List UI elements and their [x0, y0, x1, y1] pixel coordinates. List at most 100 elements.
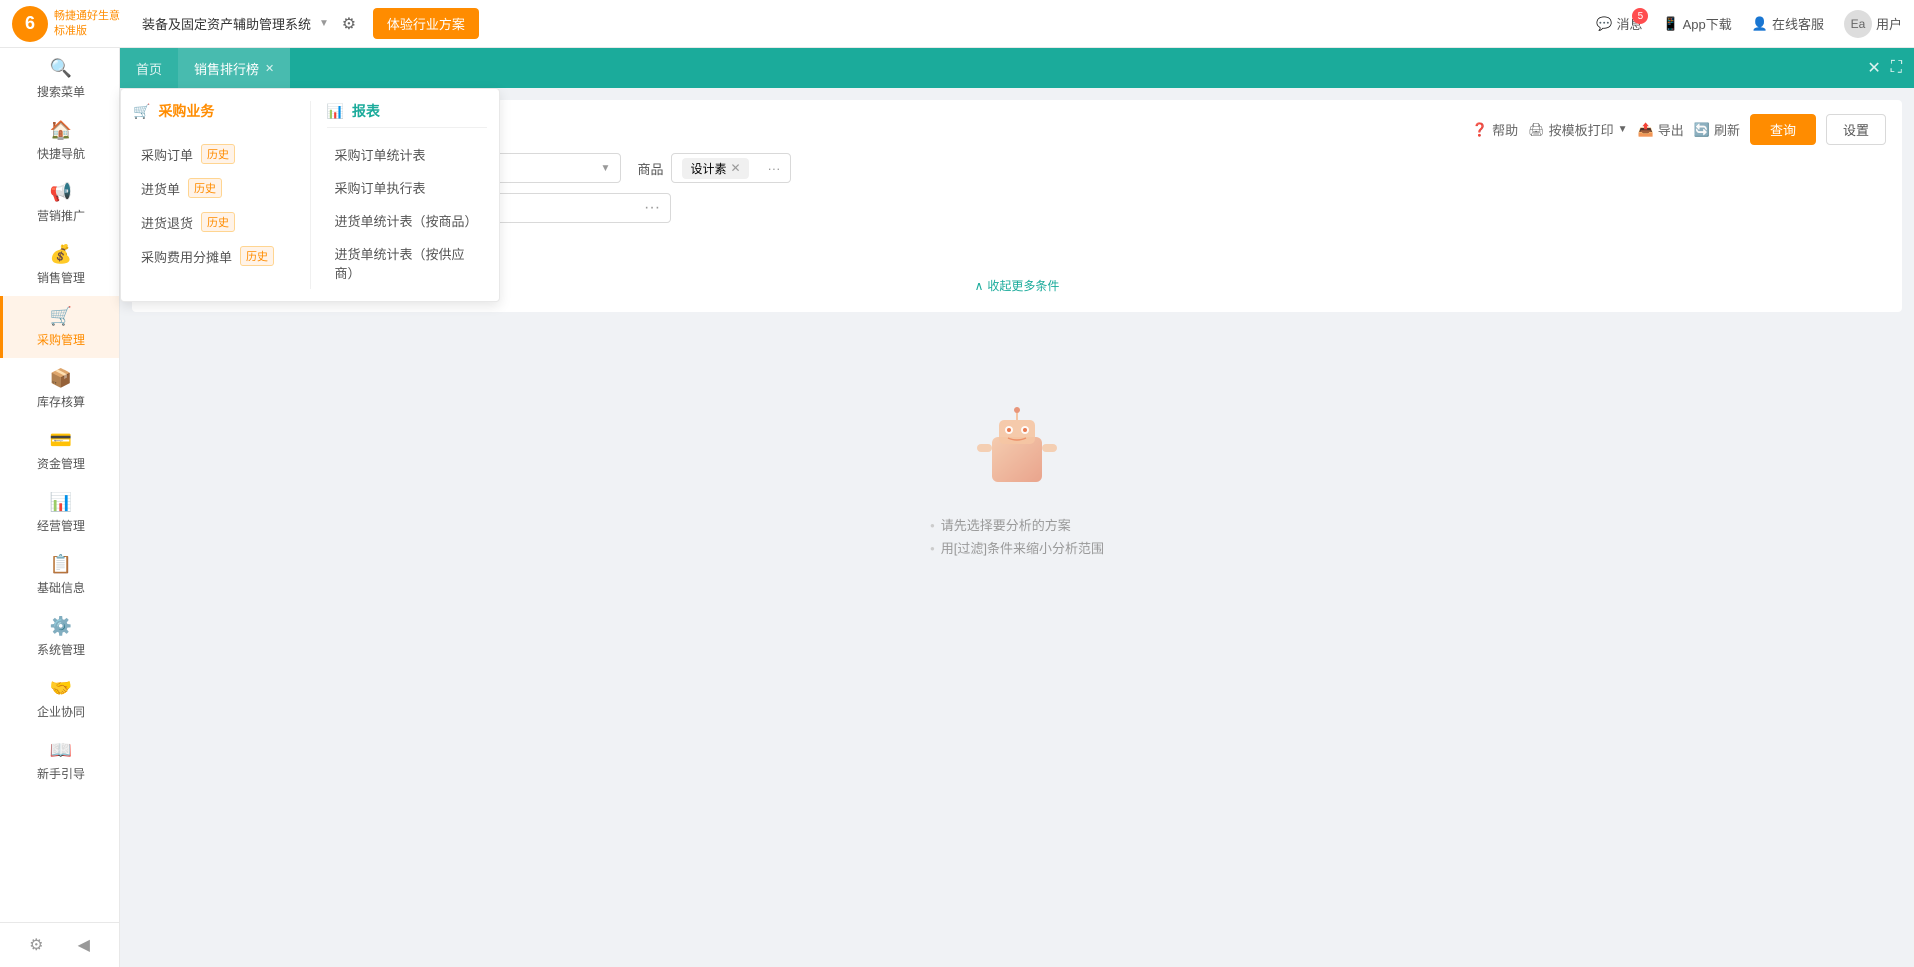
- purchase-menu-icon: 🛒: [133, 103, 150, 120]
- product-filter: 商品 设计素 ✕ ···: [637, 153, 791, 183]
- goods-stats-by-product-item[interactable]: 进货单统计表（按商品）: [327, 204, 488, 237]
- logo-icon: 6: [12, 6, 48, 42]
- empty-state: 请先选择要分析的方案 用[过滤]条件来缩小分析范围: [132, 322, 1902, 641]
- salesperson-dots[interactable]: ···: [644, 199, 660, 217]
- empty-hint-1: 请先选择要分析的方案: [941, 514, 1071, 537]
- purchase-order-item[interactable]: 采购订单 历史: [133, 137, 294, 171]
- purchase-order-stats-label: 采购订单统计表: [335, 145, 426, 164]
- purchase-order-stats-item[interactable]: 采购订单统计表: [327, 138, 488, 171]
- document-status-chevron: ▼: [601, 163, 611, 174]
- purchase-order-label: 采购订单: [141, 145, 193, 164]
- refresh-link[interactable]: 🔄 刷新: [1694, 120, 1740, 139]
- salesperson-select[interactable]: ···: [471, 193, 671, 223]
- purchase-order-history-tag: 历史: [201, 144, 235, 164]
- sidebar-item-nav[interactable]: 🏠 快捷导航: [0, 110, 119, 172]
- sidebar-item-search-label: 搜索菜单: [37, 83, 85, 100]
- collab-icon: 🤝: [50, 678, 72, 699]
- search-icon: 🔍: [50, 58, 72, 79]
- goods-receipt-label: 进货单: [141, 179, 180, 198]
- help-link[interactable]: ❓ 帮助: [1472, 120, 1518, 139]
- sidebar: 🔍 搜索菜单 🏠 快捷导航 📢 营销推广 💰 销售管理 🛒 采购管理 📦 库存核…: [0, 48, 120, 967]
- purchase-expense-label: 采购费用分摊单: [141, 247, 232, 266]
- print-link[interactable]: 🖨 按模板打印 ▼: [1528, 120, 1627, 139]
- top-bar: 6 畅捷通好生意 标准版 装备及固定资产辅助管理系统 ▼ ⚙ 体验行业方案 💬 …: [0, 0, 1914, 48]
- gear-button[interactable]: ⚙: [335, 10, 363, 38]
- tab-bar: 首页 销售排行榜 ✕ ✕ ⛶: [120, 48, 1914, 88]
- user-btn[interactable]: Ea 用户: [1844, 10, 1902, 38]
- sidebar-item-inventory[interactable]: 📦 库存核算: [0, 358, 119, 420]
- finance-icon: 💳: [50, 430, 72, 451]
- user-label: 用户: [1876, 14, 1902, 33]
- sidebar-collapse-btn[interactable]: ◀: [78, 935, 90, 955]
- export-link[interactable]: 📤 导出: [1638, 120, 1684, 139]
- sidebar-item-inventory-label: 库存核算: [37, 393, 85, 410]
- message-btn[interactable]: 💬 消息 5: [1596, 14, 1642, 33]
- sidebar-item-marketing-label: 营销推广: [37, 207, 85, 224]
- phone-icon: 📱: [1662, 16, 1678, 32]
- purchase-expense-item[interactable]: 采购费用分摊单 历史: [133, 239, 294, 273]
- tab-close-icon[interactable]: ✕: [265, 62, 274, 75]
- sidebar-item-system[interactable]: ⚙️ 系统管理: [0, 606, 119, 668]
- tab-bar-expand-icon[interactable]: ⛶: [1891, 59, 1902, 77]
- reports-menu-icon: 📊: [327, 103, 344, 120]
- ops-icon: 📊: [50, 492, 72, 513]
- home-icon: 🏠: [50, 120, 72, 141]
- collapse-arrow-icon: ∧: [975, 279, 984, 293]
- sidebar-item-base-label: 基础信息: [37, 579, 85, 596]
- sidebar-item-finance[interactable]: 💳 资金管理: [0, 420, 119, 482]
- sidebar-item-ops[interactable]: 📊 经营管理: [0, 482, 119, 544]
- purchase-order-exec-item[interactable]: 采购订单执行表: [327, 171, 488, 204]
- product-tag-close[interactable]: ✕: [730, 161, 740, 175]
- settings-button[interactable]: 设置: [1826, 114, 1886, 145]
- online-service-btn[interactable]: 👤 在线客服: [1752, 14, 1824, 33]
- message-icon: 💬: [1596, 16, 1612, 32]
- chevron-down-icon: ▼: [319, 18, 329, 29]
- logo-area: 6 畅捷通好生意 标准版: [12, 6, 132, 42]
- sales-icon: 💰: [50, 244, 72, 265]
- purchase-icon: 🛒: [50, 306, 72, 327]
- system-name: 装备及固定资产辅助管理系统: [142, 14, 311, 33]
- product-dots[interactable]: ···: [767, 161, 780, 176]
- goods-return-item[interactable]: 进货退货 历史: [133, 205, 294, 239]
- message-badge: 5: [1632, 8, 1648, 24]
- reports-col: 📊 报表 采购订单统计表 采购订单执行表 进货单统计表（按商品） 进货单统计表（…: [315, 101, 500, 289]
- product-select[interactable]: 设计素 ✕ ···: [671, 153, 791, 183]
- sidebar-item-sales[interactable]: 💰 销售管理: [0, 234, 119, 296]
- tab-home[interactable]: 首页: [120, 48, 178, 88]
- sidebar-item-sales-label: 销售管理: [37, 269, 85, 286]
- sidebar-item-search[interactable]: 🔍 搜索菜单: [0, 48, 119, 110]
- inventory-icon: 📦: [50, 368, 72, 389]
- query-button[interactable]: 查询: [1750, 114, 1816, 145]
- sidebar-settings-btn[interactable]: ⚙: [29, 935, 43, 955]
- sidebar-item-collab-label: 企业协同: [37, 703, 85, 720]
- sidebar-item-base[interactable]: 📋 基础信息: [0, 544, 119, 606]
- print-chevron-icon: ▼: [1618, 124, 1628, 135]
- avatar: Ea: [1844, 10, 1872, 38]
- refresh-icon: 🔄: [1694, 122, 1710, 138]
- home-tab-label: 首页: [136, 59, 162, 78]
- empty-hint-2: 用[过滤]条件来缩小分析范围: [941, 537, 1104, 560]
- tab-bar-close-icon[interactable]: ✕: [1867, 58, 1880, 78]
- sidebar-item-purchase[interactable]: 🛒 采购管理: [0, 296, 119, 358]
- logo-text: 畅捷通好生意 标准版: [54, 9, 120, 38]
- sidebar-item-finance-label: 资金管理: [37, 455, 85, 472]
- app-download-btn[interactable]: 📱 App下载: [1662, 14, 1731, 33]
- sidebar-item-collab[interactable]: 🤝 企业协同: [0, 668, 119, 730]
- sidebar-item-guide[interactable]: 📖 新手引导: [0, 730, 119, 792]
- purchase-order-exec-label: 采购订单执行表: [335, 178, 426, 197]
- goods-stats-by-supplier-item[interactable]: 进货单统计表（按供应商）: [327, 237, 488, 289]
- goods-return-label: 进货退货: [141, 213, 193, 232]
- product-tag: 设计素 ✕: [682, 158, 748, 179]
- export-icon: 📤: [1638, 122, 1654, 138]
- goods-receipt-item[interactable]: 进货单 历史: [133, 171, 294, 205]
- product-label: 商品: [637, 159, 663, 178]
- industry-btn[interactable]: 体验行业方案: [373, 8, 479, 39]
- service-icon: 👤: [1752, 16, 1768, 32]
- system-selector[interactable]: 装备及固定资产辅助管理系统 ▼: [142, 14, 329, 33]
- sidebar-item-purchase-label: 采购管理: [37, 331, 85, 348]
- sidebar-item-ops-label: 经营管理: [37, 517, 85, 534]
- empty-illustration: [967, 402, 1067, 502]
- tab-sales-ranking[interactable]: 销售排行榜 ✕: [178, 48, 290, 88]
- sidebar-item-marketing[interactable]: 📢 营销推广: [0, 172, 119, 234]
- goods-return-history-tag: 历史: [201, 212, 235, 232]
